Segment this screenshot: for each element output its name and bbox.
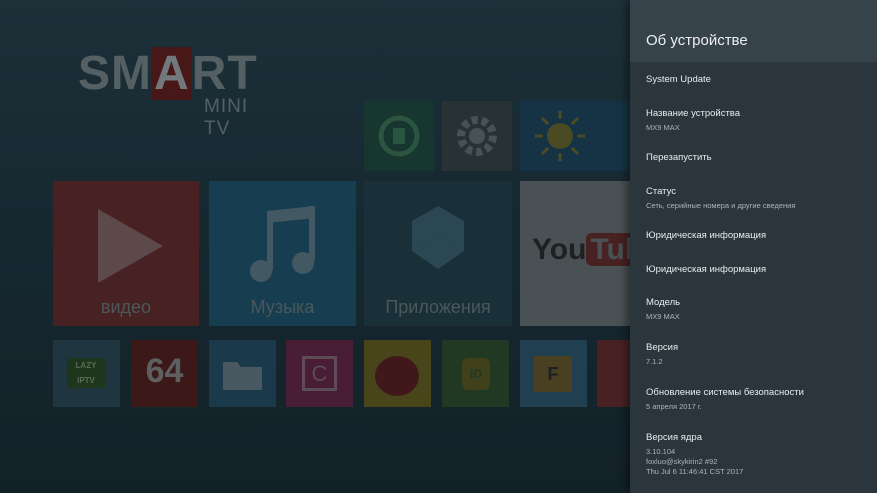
menu-item-legal-info-2[interactable]: Юридическая информация xyxy=(646,263,869,276)
background-dim-overlay xyxy=(0,0,630,493)
menu-item-status[interactable]: Статус Сеть, серийные номера и другие св… xyxy=(646,185,869,211)
about-device-panel: Об устройстве System Update Название уст… xyxy=(630,0,877,493)
panel-title: Об устройстве xyxy=(646,32,748,49)
panel-header: Об устройстве xyxy=(630,0,877,62)
menu-item-kernel-version[interactable]: Версия ядра 3.10.104 foxluo@skykirin2 #9… xyxy=(646,431,869,477)
menu-item-legal-info-1[interactable]: Юридическая информация xyxy=(646,229,869,242)
menu-item-device-name[interactable]: Название устройства MX9 MAX xyxy=(646,107,869,133)
menu-item-model[interactable]: Модель MX9 MAX xyxy=(646,296,869,322)
menu-item-version[interactable]: Версия 7.1.2 xyxy=(646,341,869,367)
menu-item-restart[interactable]: Перезапустить xyxy=(646,151,869,164)
menu-item-system-update[interactable]: System Update xyxy=(646,73,869,86)
menu-item-security-update[interactable]: Обновление системы безопасности 5 апреля… xyxy=(646,386,869,412)
